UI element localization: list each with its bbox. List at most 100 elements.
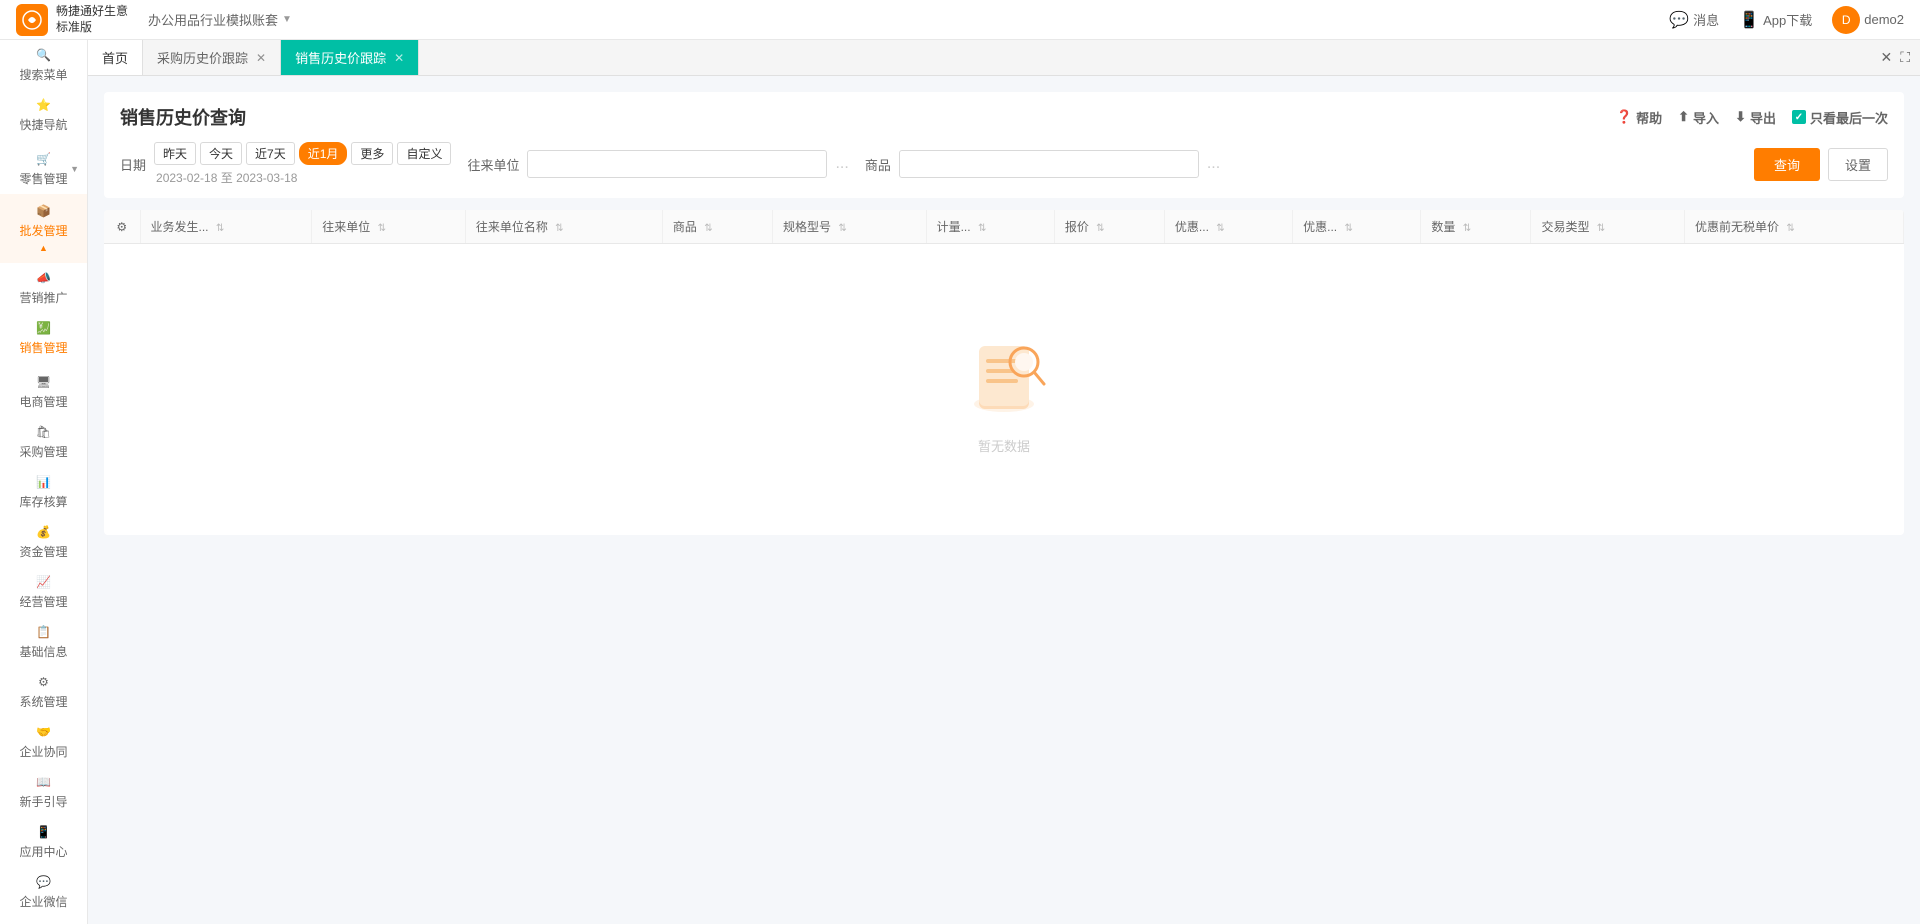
date-custom[interactable]: 自定义 bbox=[397, 142, 451, 165]
sidebar-item-label: 库存核算 bbox=[19, 493, 67, 510]
data-table: ⚙ 业务发生... ⇅ 往来单位 ⇅ 往来单位名称 bbox=[104, 210, 1904, 244]
sidebar-item-vip[interactable]: 👑 畅会员 bbox=[0, 917, 87, 924]
sidebar-item-wechat[interactable]: 💬 企业微信 bbox=[0, 867, 87, 917]
export-button[interactable]: ⬇ 导出 bbox=[1735, 108, 1776, 127]
sidebar-item-cooperation[interactable]: 🤝 企业协同 bbox=[0, 717, 87, 767]
sidebar-item-finance[interactable]: 💰 资金管理 bbox=[0, 517, 87, 567]
col-trade-type[interactable]: 交易类型 ⇅ bbox=[1531, 210, 1685, 244]
tab-bar: 首页 采购历史价跟踪 ✕ 销售历史价跟踪 ✕ ✕ ⛶ bbox=[88, 40, 1920, 76]
date-today[interactable]: 今天 bbox=[200, 142, 242, 165]
sales-icon: 💹 bbox=[36, 321, 51, 335]
app-selector[interactable]: 办公用品行业模拟账套 ▼ bbox=[148, 10, 292, 29]
message-button[interactable]: 💬 消息 bbox=[1669, 10, 1719, 30]
home-tab-label: 首页 bbox=[102, 48, 128, 67]
sort-icon: ⇅ bbox=[978, 223, 986, 234]
sidebar-item-operation[interactable]: 📈 经营管理 bbox=[0, 567, 87, 617]
page-title: 销售历史价查询 bbox=[120, 104, 246, 130]
purchase-tab-label: 采购历史价跟踪 bbox=[157, 48, 248, 67]
table-settings-col[interactable]: ⚙ bbox=[104, 210, 140, 244]
col-partner-name[interactable]: 往来单位名称 ⇅ bbox=[465, 210, 662, 244]
goods-field: 商品 ... bbox=[865, 150, 1220, 178]
tab-close-button[interactable]: ✕ bbox=[1880, 49, 1892, 66]
partner-input[interactable] bbox=[527, 150, 827, 178]
partner-label: 往来单位 bbox=[467, 155, 519, 174]
date-1month[interactable]: 近1月 bbox=[299, 142, 348, 165]
sidebar-item-app-center[interactable]: 📱 应用中心 bbox=[0, 817, 87, 867]
date-more[interactable]: 更多 bbox=[351, 142, 393, 165]
purchase-icon: 🛍 bbox=[36, 425, 51, 439]
sidebar-item-label: 营销推广 bbox=[19, 289, 67, 306]
date-buttons: 昨天 今天 近7天 近1月 更多 自定义 bbox=[154, 142, 451, 165]
sidebar-item-label: 批发管理 bbox=[19, 222, 67, 239]
query-button[interactable]: 查询 bbox=[1754, 148, 1820, 181]
sales-tab-label: 销售历史价跟踪 bbox=[295, 48, 386, 67]
col-partner-name-label: 往来单位名称 bbox=[476, 220, 548, 234]
sidebar-item-inventory[interactable]: 📊 库存核算 bbox=[0, 467, 87, 517]
col-biz-date[interactable]: 业务发生... ⇅ bbox=[140, 210, 312, 244]
sidebar-item-basic-info[interactable]: 📋 基础信息 bbox=[0, 617, 87, 667]
sidebar-item-quick-nav[interactable]: ⭐ 快捷导航 bbox=[0, 90, 87, 140]
col-qty[interactable]: 数量 ⇅ bbox=[1421, 210, 1531, 244]
col-discount2[interactable]: 优惠... ⇅ bbox=[1293, 210, 1421, 244]
import-button[interactable]: ⬆ 导入 bbox=[1678, 108, 1719, 127]
col-partner-code[interactable]: 往来单位 ⇅ bbox=[312, 210, 466, 244]
help-button[interactable]: ❓ 帮助 bbox=[1616, 108, 1662, 127]
wechat-icon: 💬 bbox=[36, 875, 51, 889]
table-header: ⚙ 业务发生... ⇅ 往来单位 ⇅ 往来单位名称 bbox=[104, 210, 1904, 244]
tab-fullscreen-button[interactable]: ⛶ bbox=[1900, 49, 1910, 66]
date-yesterday[interactable]: 昨天 bbox=[154, 142, 196, 165]
only-last-checkbox[interactable]: ✓ 只看最后一次 bbox=[1792, 108, 1888, 127]
col-goods[interactable]: 商品 ⇅ bbox=[662, 210, 772, 244]
sort-icon: ⇅ bbox=[1597, 223, 1605, 234]
content-area: 首页 采购历史价跟踪 ✕ 销售历史价跟踪 ✕ ✕ ⛶ 销售历史价查询 bbox=[88, 40, 1920, 924]
tab-purchase-history[interactable]: 采购历史价跟踪 ✕ bbox=[143, 40, 281, 75]
sidebar-item-label: 系统管理 bbox=[19, 693, 67, 710]
sidebar-item-search[interactable]: 🔍 搜索菜单 bbox=[0, 40, 87, 90]
page-title-actions: ❓ 帮助 ⬆ 导入 ⬇ 导出 ✓ 只看最后一次 bbox=[1616, 108, 1888, 127]
query-panel: 销售历史价查询 ❓ 帮助 ⬆ 导入 ⬇ 导出 bbox=[104, 92, 1904, 198]
sidebar-item-sales-mgmt[interactable]: 💹 销售管理 bbox=[0, 313, 87, 363]
col-spec-label: 规格型号 bbox=[783, 220, 831, 234]
main-layout: 🔍 搜索菜单 ⭐ 快捷导航 🛒 零售管理 ▼ 📦 批发管理 ▲ 📣 营销推广 💹… bbox=[0, 40, 1920, 924]
sidebar-item-ecommerce[interactable]: 🖥 电商管理 bbox=[0, 367, 87, 417]
col-pretax-price[interactable]: 优惠前无税单价 ⇅ bbox=[1685, 210, 1904, 244]
sidebar-item-system[interactable]: ⚙ 系统管理 bbox=[0, 667, 87, 717]
tab-sales-history[interactable]: 销售历史价跟踪 ✕ bbox=[281, 40, 419, 75]
date-label: 日期 bbox=[120, 155, 146, 174]
goods-input[interactable] bbox=[899, 150, 1199, 178]
col-unit[interactable]: 计量... ⇅ bbox=[926, 210, 1054, 244]
sidebar-item-label: 搜索菜单 bbox=[19, 66, 67, 83]
operation-icon: 📈 bbox=[36, 575, 51, 589]
empty-text: 暂无数据 bbox=[978, 436, 1030, 455]
sidebar-item-marketing[interactable]: 📣 营销推广 bbox=[0, 263, 87, 313]
guide-icon: 📖 bbox=[36, 775, 51, 789]
inventory-icon: 📊 bbox=[36, 475, 51, 489]
sidebar-item-wholesale[interactable]: 📦 批发管理 ▲ bbox=[0, 194, 87, 263]
col-quote[interactable]: 报价 ⇅ bbox=[1054, 210, 1164, 244]
logo-icon bbox=[16, 4, 48, 36]
tab-purchase-close[interactable]: ✕ bbox=[256, 51, 266, 65]
date-filter: 昨天 今天 近7天 近1月 更多 自定义 2023-02-18 至 2023-0… bbox=[154, 142, 451, 186]
query-row: 日期 昨天 今天 近7天 近1月 更多 自定义 2023-02-18 至 202… bbox=[120, 142, 1888, 186]
goods-picker-button[interactable]: ... bbox=[1207, 155, 1220, 173]
user-avatar[interactable]: D demo2 bbox=[1832, 6, 1904, 34]
star-icon: ⭐ bbox=[36, 98, 51, 112]
header-center: 办公用品行业模拟账套 ▼ bbox=[128, 10, 1669, 29]
sidebar-item-retail[interactable]: 🛒 零售管理 ▼ bbox=[0, 144, 87, 194]
settings-button[interactable]: 设置 bbox=[1828, 148, 1888, 181]
sidebar-item-purchase[interactable]: 🛍 采购管理 bbox=[0, 417, 87, 467]
app-center-icon: 📱 bbox=[36, 825, 51, 839]
col-discount2-label: 优惠... bbox=[1303, 220, 1337, 234]
cooperation-icon: 🤝 bbox=[36, 725, 51, 739]
col-discount1[interactable]: 优惠... ⇅ bbox=[1164, 210, 1292, 244]
col-spec[interactable]: 规格型号 ⇅ bbox=[773, 210, 927, 244]
app-download-button[interactable]: 📱 App下载 bbox=[1739, 10, 1812, 30]
import-icon: ⬆ bbox=[1678, 109, 1689, 125]
sidebar-item-guide[interactable]: 📖 新手引导 bbox=[0, 767, 87, 817]
query-right-buttons: 查询 设置 bbox=[1754, 148, 1888, 181]
tab-home[interactable]: 首页 bbox=[88, 40, 143, 75]
sort-icon: ⇅ bbox=[1344, 223, 1352, 234]
partner-picker-button[interactable]: ... bbox=[835, 155, 848, 173]
date-7days[interactable]: 近7天 bbox=[246, 142, 295, 165]
tab-sales-close[interactable]: ✕ bbox=[394, 51, 404, 65]
